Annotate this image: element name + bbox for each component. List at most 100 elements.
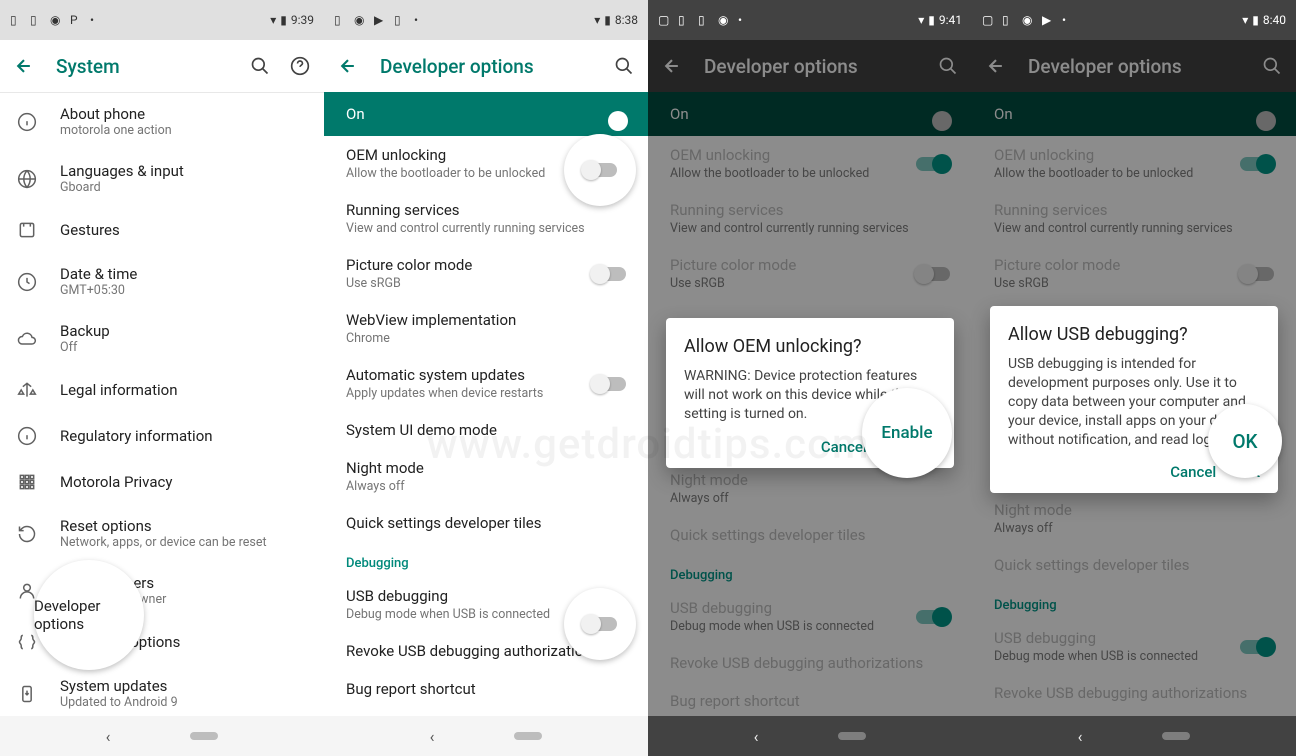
option-bug-report-shortcut[interactable]: Bug report shortcut [324,670,648,708]
p-icon: P [70,13,84,27]
nav-back-icon[interactable]: ‹ [1078,727,1083,746]
setting-gestures[interactable]: Gestures [0,207,324,253]
more-icon: • [90,13,94,27]
toggle[interactable] [592,267,626,281]
master-toggle-bar[interactable]: On [324,92,648,136]
app-bar: Developer options [324,40,648,92]
search-icon[interactable] [250,56,270,76]
setting-about-phone[interactable]: About phonemotorola one action [0,93,324,150]
option-quick-settings-developer-tiles[interactable]: Quick settings developer tiles [324,504,648,542]
setting-subtitle: motorola one action [60,123,172,138]
sim-icon: ▯ [698,13,712,27]
option-picture-color-mode[interactable]: Picture color modeUse sRGB [324,246,648,301]
section-debugging: Debugging [324,542,648,577]
option-night-mode[interactable]: Night mode Always off [324,449,648,504]
image-icon: ▢ [982,13,996,27]
option-subtitle: Chrome [346,331,626,346]
cloud-icon [16,328,38,350]
option-system-ui-demo-mode[interactable]: System UI demo mode [324,411,648,449]
setting-languages-input[interactable]: Languages & inputGboard [0,150,324,207]
developer-options-label[interactable]: Developer options [34,597,144,633]
highlight-ok-button: OK [1208,404,1282,478]
option-subtitle: Apply updates when device restarts [346,386,592,401]
more-icon: • [738,13,742,27]
nav-bar: ‹ [324,716,648,756]
sim-icon: ▯ [678,13,692,27]
setting-reset-options[interactable]: Reset optionsNetwork, apps, or device ca… [0,505,324,562]
setting-title: Motorola Privacy [60,473,172,491]
enable-label[interactable]: Enable [881,423,932,443]
option-subtitle: View and control currently running servi… [346,221,626,236]
ok-label[interactable]: OK [1232,430,1257,453]
battery-icon: ▮ [1252,13,1259,27]
pane-usb-dialog: ▢ ▯ ◉ ▶ • ▾ ▮ 8:40 Developer options On … [972,0,1296,756]
status-bar: ▢ ▯ ▯ ◉ • ▾ ▮ 9:41 [648,0,972,40]
option-subtitle: Use sRGB [346,276,592,291]
oem-toggle[interactable] [583,163,617,177]
play-icon: ▶ [374,13,388,27]
option-subtitle: Always off [346,479,626,494]
reset-icon [16,523,38,545]
nav-bar: ‹ [0,716,324,756]
setting-subtitle: Updated to Android 9 [60,695,178,710]
setting-subtitle: GMT+05:30 [60,283,137,298]
setting-title: Languages & input [60,162,184,180]
setting-motorola-privacy[interactable]: Motorola Privacy [0,459,324,505]
nav-home-icon[interactable] [190,732,218,740]
globe-icon [16,168,38,190]
highlight-oem-toggle [564,134,636,206]
search-icon[interactable] [614,56,634,76]
back-icon[interactable] [338,56,358,76]
wifi-icon: ▾ [1242,13,1248,27]
highlight-enable-button: Enable [862,388,952,478]
setting-title: Backup [60,322,110,340]
app-bar: System [0,40,324,92]
battery-icon: ▮ [928,13,935,27]
shield-icon: ◉ [354,13,368,27]
option-title: Night mode [346,459,626,477]
toggle[interactable] [592,377,626,391]
info-icon [16,425,38,447]
usb-debugging-toggle[interactable] [583,617,617,631]
nav-home-icon[interactable] [1162,732,1190,740]
nav-home-icon[interactable] [838,732,866,740]
setting-date-time[interactable]: Date & timeGMT+05:30 [0,253,324,310]
clock: 8:38 [615,13,638,27]
nav-home-icon[interactable] [514,732,542,740]
setting-subtitle: Network, apps, or device can be reset [60,535,267,550]
setting-title: Reset options [60,517,267,535]
gesture-icon [16,219,38,241]
setting-regulatory-information[interactable]: Regulatory information [0,413,324,459]
image-icon: ▢ [658,13,672,27]
pane-oem-dialog: ▢ ▯ ▯ ◉ • ▾ ▮ 9:41 Developer options On … [648,0,972,756]
page-title: Developer options [380,55,534,78]
battery-icon: ▮ [280,13,287,27]
nav-bar: ‹ [972,716,1296,756]
clock-icon [16,271,38,293]
page-title: System [56,55,120,78]
nav-back-icon[interactable]: ‹ [754,727,759,746]
dialog-cancel-button[interactable]: Cancel [1170,463,1216,481]
clock: 9:39 [291,13,314,27]
nav-back-icon[interactable]: ‹ [106,727,111,746]
help-icon[interactable] [290,56,310,76]
setting-backup[interactable]: BackupOff [0,310,324,367]
grid-icon [16,471,38,493]
dialog-cancel-button[interactable]: Cancel [821,438,867,456]
setting-subtitle: Gboard [60,180,184,195]
shield-icon: ◉ [50,13,64,27]
option-automatic-system-updates[interactable]: Automatic system updatesApply updates wh… [324,356,648,411]
info-icon [16,111,38,133]
setting-legal-information[interactable]: Legal information [0,367,324,413]
status-bar: ▯ ▯ ◉ P • ▾ ▮ 9:39 [0,0,324,40]
option-subtitle: Allow the bootloader to be unlocked [346,166,592,181]
nav-back-icon[interactable]: ‹ [430,727,435,746]
back-icon[interactable] [14,56,34,76]
shield-icon: ◉ [718,13,732,27]
sim-icon: ▯ [334,13,348,27]
option-webview-implementation[interactable]: WebView implementationChrome [324,301,648,356]
update-icon [16,683,38,705]
pane-system: ▯ ▯ ◉ P • ▾ ▮ 9:39 System About phonemot… [0,0,324,756]
more-icon: • [414,13,418,27]
setting-system-updates[interactable]: System updatesUpdated to Android 9 [0,665,324,716]
